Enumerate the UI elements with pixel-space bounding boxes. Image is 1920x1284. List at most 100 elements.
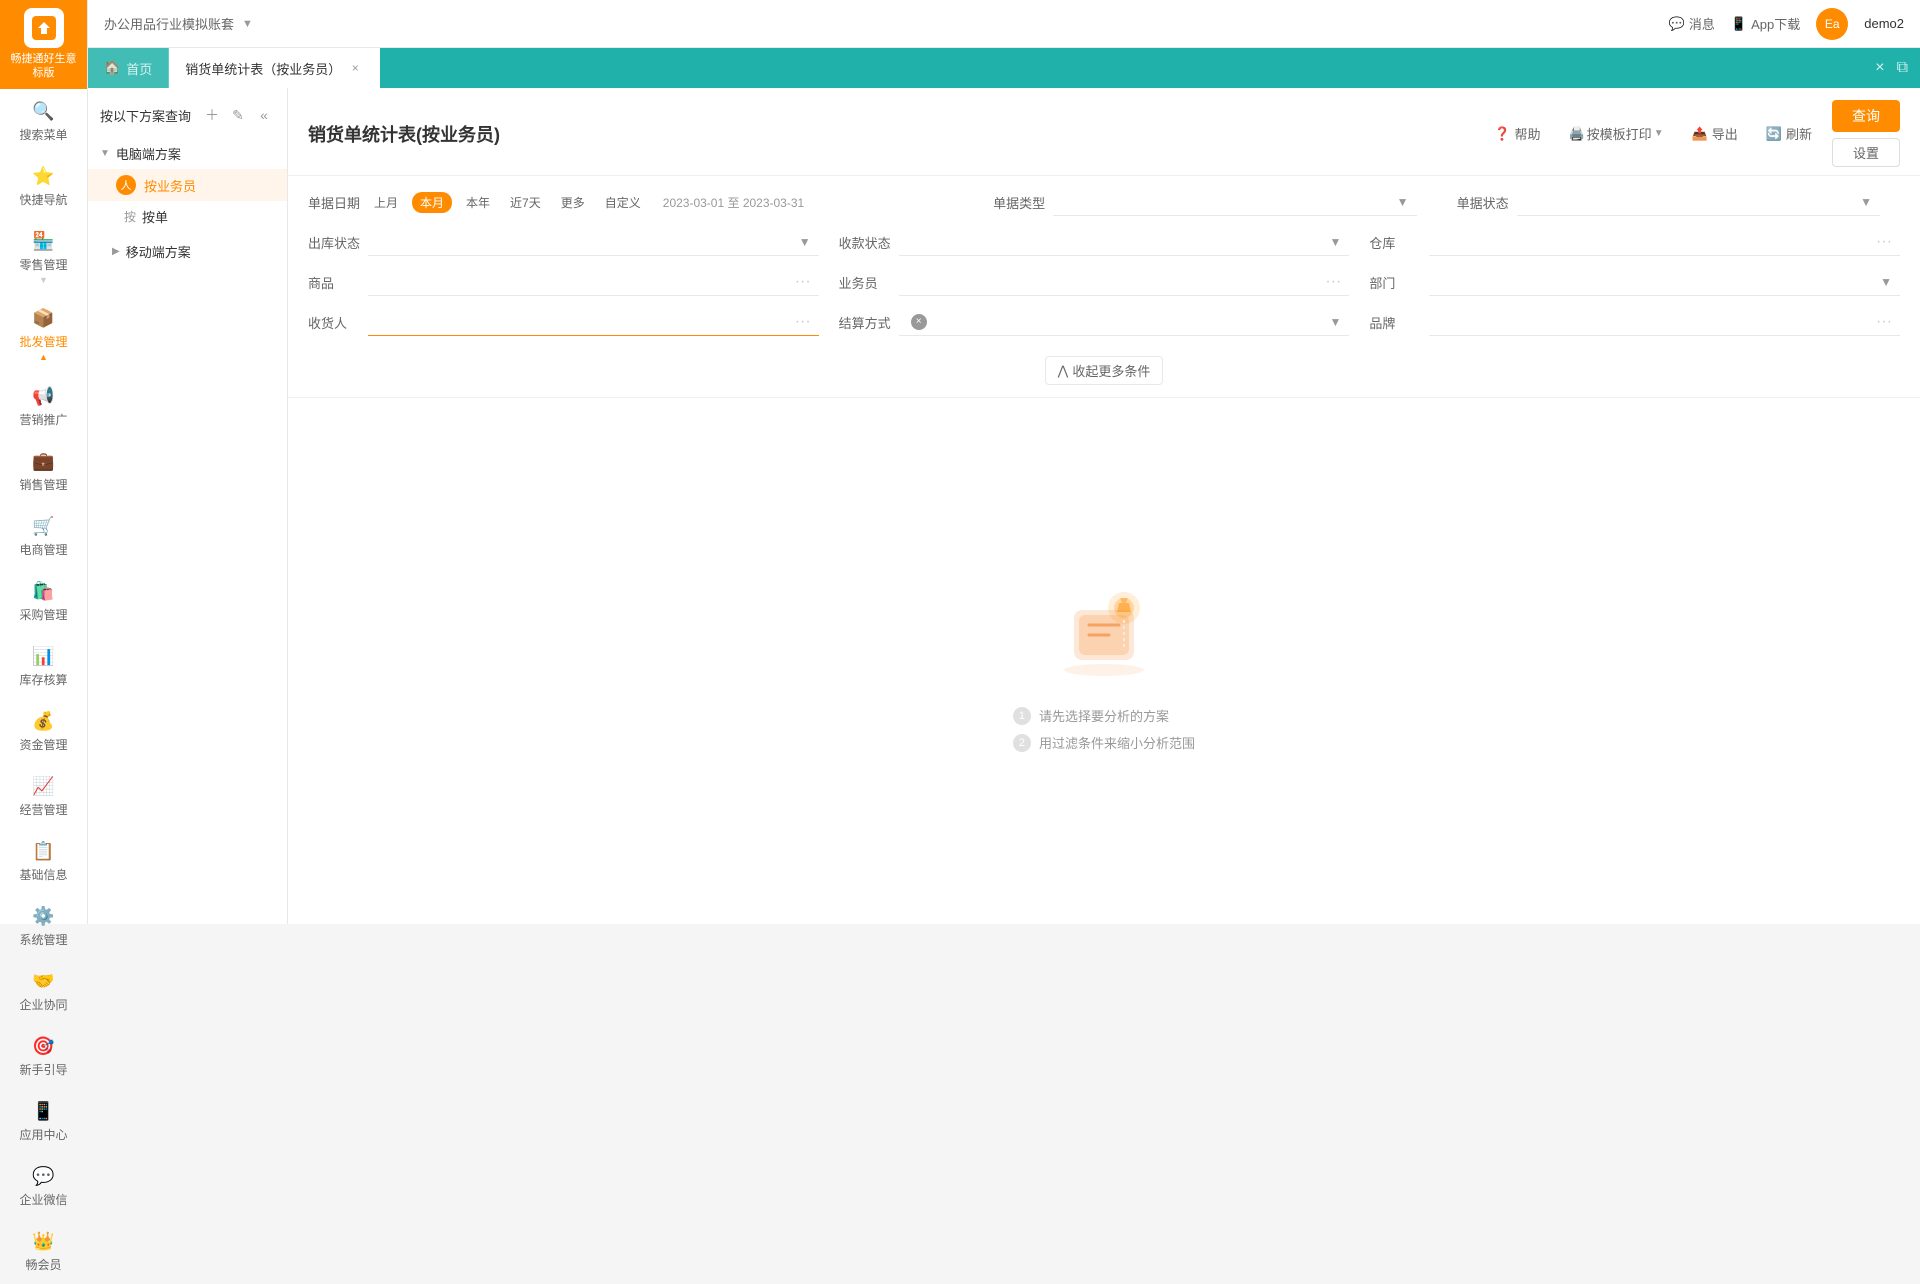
collapse-label: 收起更多条件	[1072, 361, 1150, 380]
message-button[interactable]: 💬 消息	[1669, 14, 1715, 33]
doc-type-arrow-icon: ▼	[1397, 195, 1409, 209]
sidebar-item-system[interactable]: ⚙️ 系统管理	[0, 894, 87, 959]
add-scheme-icon: ＋	[205, 105, 219, 125]
goods-value[interactable]: ···	[368, 268, 819, 296]
sidebar-item-finance[interactable]: 💰 资金管理	[0, 699, 87, 764]
sidebar-item-beginner-label: 新手引导	[19, 1062, 67, 1079]
tab-actions: × ⧉	[1863, 48, 1920, 88]
settings-button[interactable]: 设置	[1832, 138, 1900, 167]
sidebar-item-inventory-label: 库存核算	[19, 672, 67, 689]
sidebar-item-wholesale[interactable]: 📦 批发管理 ▲	[0, 296, 87, 374]
refresh-icon: 🔄	[1766, 126, 1782, 142]
tab-close-button[interactable]: ×	[347, 60, 363, 76]
sidebar-item-sales[interactable]: 💼 销售管理	[0, 439, 87, 504]
edit-scheme-button[interactable]: ✎	[227, 104, 249, 126]
system-icon: ⚙️	[32, 904, 54, 929]
export-button[interactable]: 📤 导出	[1684, 120, 1746, 147]
date-tab-this-year[interactable]: 本年	[460, 192, 496, 213]
date-tab-last-7-days[interactable]: 近7天	[504, 192, 547, 213]
date-tabs: 上月 本月 本年 近7天 更多 自定义 2023-03-01 至 2023-03…	[368, 192, 804, 213]
tab-close-all-button[interactable]: ×	[1871, 55, 1888, 81]
sidebar-item-wechat[interactable]: 💬 企业微信	[0, 1154, 87, 1219]
collapse-button[interactable]: ⋀ 收起更多条件	[1045, 356, 1164, 385]
scheme-item-by-staff[interactable]: 人 按业务员	[88, 169, 287, 201]
staff-label: 业务员	[839, 273, 899, 292]
out-status-arrow-icon: ▼	[799, 235, 811, 249]
query-button[interactable]: 查询	[1832, 100, 1900, 132]
sidebar-item-finance-label: 资金管理	[19, 737, 67, 754]
date-tab-custom[interactable]: 自定义	[599, 192, 647, 213]
sidebar-item-beginner[interactable]: 🎯 新手引导	[0, 1024, 87, 1089]
date-tab-this-month[interactable]: 本月	[412, 192, 452, 213]
tab-sales-stat[interactable]: 销货单统计表（按业务员） ×	[169, 48, 380, 88]
breadcrumb-dropdown-icon[interactable]: ▼	[242, 18, 253, 30]
tab-home[interactable]: 🏠 首页	[88, 48, 169, 88]
date-range-display: 2023-03-01 至 2023-03-31	[663, 194, 804, 211]
sidebar-item-quick-nav[interactable]: ⭐ 快捷导航	[0, 154, 87, 219]
date-tab-last-month[interactable]: 上月	[368, 192, 404, 213]
collapse-section: ⋀ 收起更多条件	[308, 348, 1900, 385]
collect-status-value[interactable]: ▼	[899, 228, 1350, 256]
user-avatar[interactable]: Ea	[1816, 8, 1848, 40]
sidebar-item-ecommerce[interactable]: 🛒 电商管理	[0, 504, 87, 569]
wechat-icon: 💬	[32, 1164, 54, 1189]
brand-value[interactable]: ···	[1429, 308, 1900, 336]
left-panel-header: 按以下方案查询 ＋ ✎ «	[88, 96, 287, 134]
help-button[interactable]: ❓ 帮助	[1486, 120, 1548, 147]
collapse-panel-button[interactable]: «	[253, 104, 275, 126]
dept-value[interactable]: ▼	[1429, 268, 1900, 296]
filter-row-4: 收货人 ··· 结算方式 × ▼ 品牌	[308, 308, 1900, 336]
staff-value[interactable]: ···	[899, 268, 1350, 296]
logo-area[interactable]: 畅捷通好生意 标版	[0, 0, 87, 89]
sidebar-item-retail[interactable]: 🏪 零售管理 ▼	[0, 219, 87, 297]
mobile-group[interactable]: ▶ 移动端方案	[88, 236, 287, 267]
sidebar-item-inventory[interactable]: 📊 库存核算	[0, 634, 87, 699]
logo-icon	[24, 8, 64, 48]
sidebar-item-search-label: 搜索菜单	[19, 127, 67, 144]
consignee-value[interactable]: ···	[368, 308, 819, 336]
scheme-group-desktop-header[interactable]: ▼ 电脑端方案	[88, 138, 287, 169]
sidebar-item-basic[interactable]: 📋 基础信息	[0, 829, 87, 894]
sidebar-item-operation[interactable]: 📈 经营管理	[0, 764, 87, 829]
tab-restore-button[interactable]: ⧉	[1893, 55, 1912, 81]
out-status-value[interactable]: ▼	[368, 228, 819, 256]
wholesale-icon: 📦	[32, 306, 54, 331]
app-download-button[interactable]: 📱 App下载	[1731, 14, 1800, 33]
doc-type-value[interactable]: ▼	[1053, 188, 1416, 216]
sidebar-item-marketing[interactable]: 📢 营销推广	[0, 374, 87, 439]
marketing-icon: 📢	[32, 384, 54, 409]
refresh-button[interactable]: 🔄 刷新	[1758, 120, 1820, 147]
collect-status-label: 收款状态	[839, 233, 899, 252]
payment-arrow-icon: ▼	[1329, 315, 1341, 329]
filter-row-2: 出库状态 ▼ 收款状态 ▼ 仓库	[308, 228, 1900, 256]
payment-value[interactable]: × ▼	[899, 308, 1350, 336]
sidebar-item-search[interactable]: 🔍 搜索菜单	[0, 89, 87, 154]
collapse-panel-icon: «	[260, 107, 268, 123]
date-tab-more[interactable]: 更多	[555, 192, 591, 213]
filter-group-brand: 品牌 ···	[1369, 308, 1900, 336]
doc-status-value[interactable]: ▼	[1517, 188, 1880, 216]
consignee-label: 收货人	[308, 313, 368, 332]
dept-arrow-icon: ▼	[1880, 275, 1892, 289]
main-area: 办公用品行业模拟账套 ▼ 💬 消息 📱 App下载 Ea demo2 🏠 首页 …	[88, 0, 1920, 924]
filter-group-payment: 结算方式 × ▼	[839, 308, 1370, 336]
sidebar-item-app-center[interactable]: 📱 应用中心	[0, 1089, 87, 1154]
filter-group-doc-type: 单据类型 ▼	[993, 188, 1436, 216]
sidebar-item-purchase[interactable]: 🛍️ 采购管理	[0, 569, 87, 634]
help-icon: ❓	[1494, 126, 1510, 142]
sidebar-item-retail-label: 零售管理	[19, 257, 67, 274]
tab-home-icon: 🏠	[104, 60, 120, 76]
payment-clear-button[interactable]: ×	[911, 314, 927, 330]
sidebar-item-member[interactable]: 👑 畅会员	[0, 1219, 87, 1284]
sidebar-item-enterprise[interactable]: 🤝 企业协同	[0, 959, 87, 1024]
warehouse-value[interactable]: ···	[1429, 228, 1900, 256]
print-button[interactable]: 🖨️ 按模板打印 ▼	[1560, 120, 1671, 147]
user-name[interactable]: demo2	[1864, 16, 1904, 31]
scheme-sub-item-by-order[interactable]: 按 按单	[88, 201, 287, 232]
scheme-item-by-staff-icon: 人	[116, 175, 136, 195]
add-scheme-button[interactable]: ＋	[201, 104, 223, 126]
app-download-icon: 📱	[1731, 16, 1747, 32]
doc-status-label: 单据状态	[1457, 193, 1517, 212]
empty-tips: 1 请先选择要分析的方案 2 用过滤条件来缩小分析范围	[1013, 706, 1195, 752]
sidebar-item-sales-label: 销售管理	[19, 477, 67, 494]
